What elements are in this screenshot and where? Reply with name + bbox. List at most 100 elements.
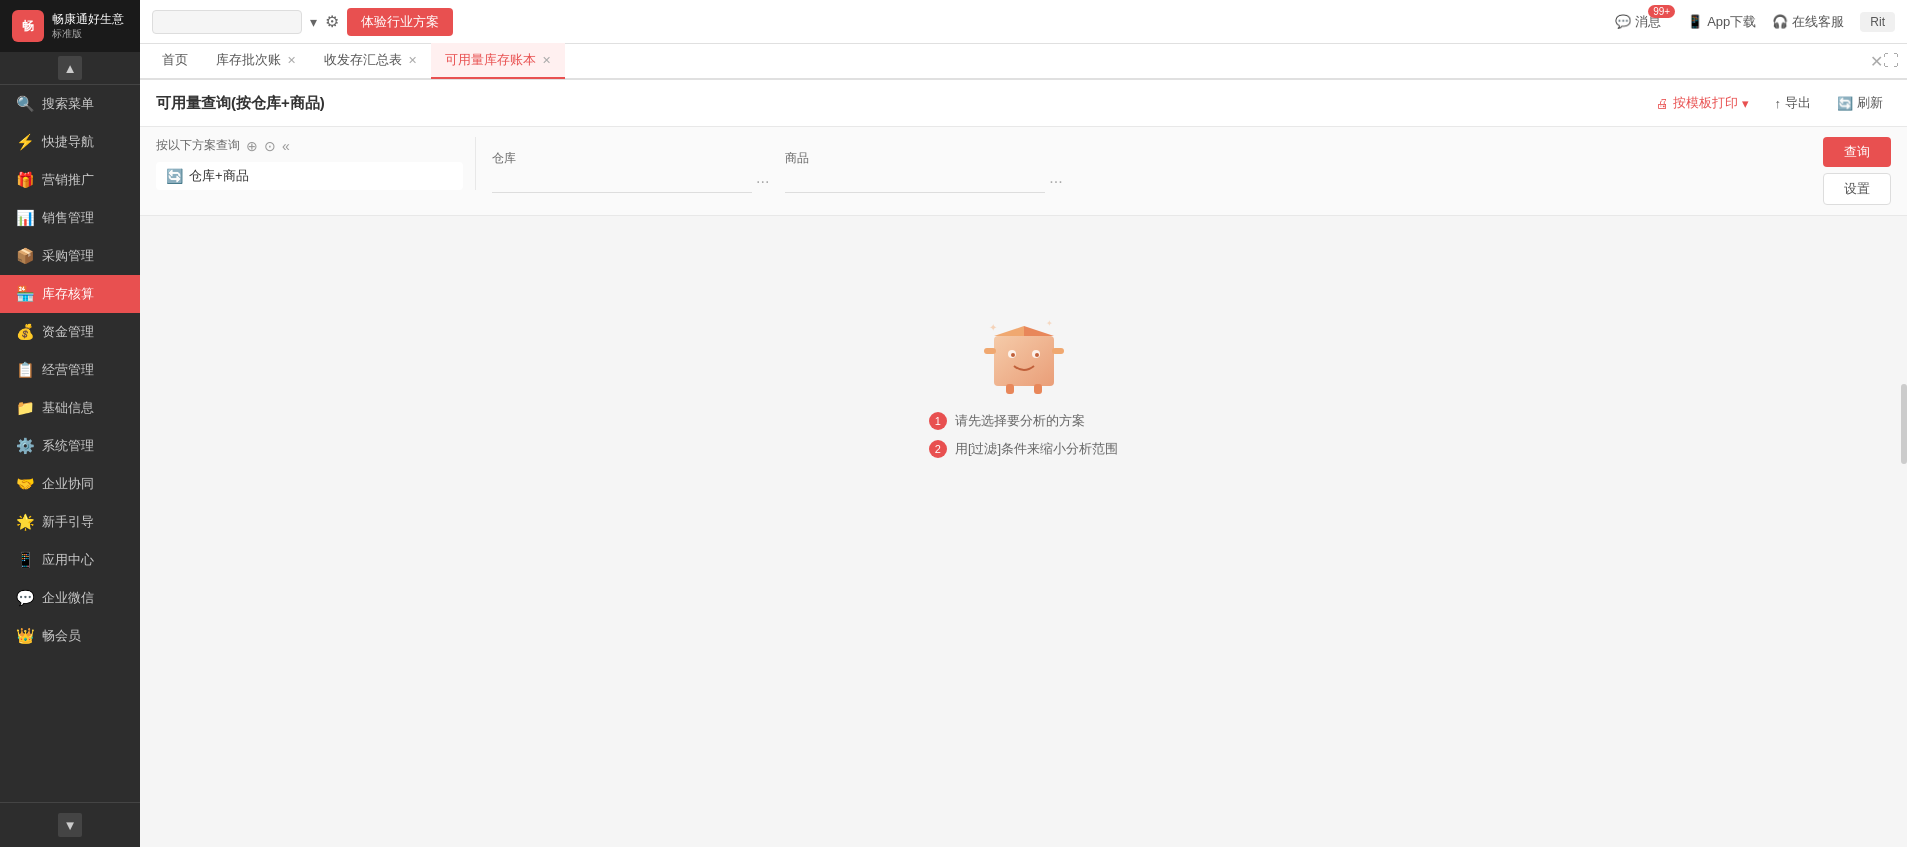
filter-area: 按以下方案查询 ⊕ ⊙ « 🔄 仓库+商品 仓库 ··· <box>140 127 1907 216</box>
marketing-icon: 🎁 <box>16 171 34 189</box>
sidebar-item-label: 企业微信 <box>42 589 94 607</box>
main-content: ▾ ⚙ 体验行业方案 💬 消息 99+ 📱 App下载 🎧 在线客服 Rit 首… <box>140 0 1907 847</box>
sidebar-item-purchase[interactable]: 📦 采购管理 <box>0 237 140 275</box>
tab-summary-label: 收发存汇总表 <box>324 51 402 69</box>
sidebar-logo: 畅 <box>12 10 44 42</box>
sidebar-item-label: 企业协同 <box>42 475 94 493</box>
sidebar: 畅 畅康通好生意 标准版 ▲ 🔍 搜索菜单 ⚡ 快捷导航 🎁 营销推广 📊 销售… <box>0 0 140 847</box>
search-input[interactable] <box>152 10 302 34</box>
filter-label-text: 按以下方案查询 <box>156 137 240 154</box>
filter-left: 按以下方案查询 ⊕ ⊙ « 🔄 仓库+商品 <box>156 137 476 190</box>
sales-icon: 📊 <box>16 209 34 227</box>
tab-batch-ledger-close[interactable]: ✕ <box>287 54 296 67</box>
warehouse-input[interactable] <box>492 171 752 193</box>
app-icon: 📱 <box>1687 14 1703 29</box>
user-btn[interactable]: Rit <box>1860 12 1895 32</box>
sidebar-item-collab[interactable]: 🤝 企业协同 <box>0 465 140 503</box>
filter-add-btn[interactable]: ⊕ <box>246 138 258 154</box>
filter-label: 按以下方案查询 ⊕ ⊙ « <box>156 137 463 154</box>
tip-num-2: 2 <box>929 440 947 458</box>
sidebar-item-label: 经营管理 <box>42 361 94 379</box>
empty-tips: 1 请先选择要分析的方案 2 用[过滤]条件来缩小分析范围 <box>929 412 1118 458</box>
tab-available-label: 可用量库存账本 <box>445 51 536 69</box>
member-icon: 👑 <box>16 627 34 645</box>
service-icon: 🎧 <box>1772 14 1788 29</box>
tab-summary[interactable]: 收发存汇总表 ✕ <box>310 43 431 79</box>
sidebar-item-label: 快捷导航 <box>42 133 94 151</box>
page-header: 可用量查询(按仓库+商品) 🖨 按模板打印 ▾ ↑ 导出 🔄 刷新 <box>140 80 1907 127</box>
warehouse-field: 仓库 ··· <box>492 150 769 193</box>
tab-home[interactable]: 首页 <box>148 43 202 79</box>
sidebar-scroll-down[interactable]: ▼ <box>58 813 82 837</box>
print-icon: 🖨 <box>1656 96 1669 111</box>
sidebar-item-label: 采购管理 <box>42 247 94 265</box>
sidebar-item-label: 资金管理 <box>42 323 94 341</box>
sidebar-scroll-up[interactable]: ▲ <box>58 56 82 80</box>
sidebar-item-wechat[interactable]: 💬 企业微信 <box>0 579 140 617</box>
app-download-btn[interactable]: 📱 App下载 <box>1687 13 1756 31</box>
print-btn[interactable]: 🖨 按模板打印 ▾ <box>1648 90 1757 116</box>
sidebar-item-label: 系统管理 <box>42 437 94 455</box>
filter-scheme[interactable]: 🔄 仓库+商品 <box>156 162 463 190</box>
sidebar-item-guide[interactable]: 🌟 新手引导 <box>0 503 140 541</box>
goods-dots[interactable]: ··· <box>1049 173 1062 191</box>
guide-icon: 🌟 <box>16 513 34 531</box>
online-service-btn[interactable]: 🎧 在线客服 <box>1772 13 1844 31</box>
sidebar-edition: 标准版 <box>52 27 124 41</box>
sidebar-item-member[interactable]: 👑 畅会员 <box>0 617 140 655</box>
apps-icon: 📱 <box>16 551 34 569</box>
svg-rect-5 <box>984 348 996 354</box>
topbar-gear-btn[interactable]: ⚙ <box>325 12 339 31</box>
sidebar-title: 畅康通好生意 <box>52 11 124 28</box>
tip-text-2: 用[过滤]条件来缩小分析范围 <box>955 440 1118 458</box>
topbar-dropdown-btn[interactable]: ▾ <box>310 14 317 30</box>
filter-setting-btn[interactable]: ⊙ <box>264 138 276 154</box>
filter-right: 仓库 ··· 商品 ··· 查询 设置 <box>476 137 1891 205</box>
sidebar-item-apps[interactable]: 📱 应用中心 <box>0 541 140 579</box>
goods-input[interactable] <box>785 171 1045 193</box>
warehouse-dots[interactable]: ··· <box>756 173 769 191</box>
sidebar-bottom: ▼ <box>0 802 140 847</box>
tab-available[interactable]: 可用量库存账本 ✕ <box>431 43 565 79</box>
basic-icon: 📁 <box>16 399 34 417</box>
filter-collapse-btn[interactable]: « <box>282 138 290 154</box>
sidebar-item-operation[interactable]: 📋 经营管理 <box>0 351 140 389</box>
export-label: 导出 <box>1785 94 1811 112</box>
tab-summary-close[interactable]: ✕ <box>408 54 417 67</box>
export-icon: ↑ <box>1775 96 1782 111</box>
trial-button[interactable]: 体验行业方案 <box>347 8 453 36</box>
purchase-icon: 📦 <box>16 247 34 265</box>
sidebar-item-search[interactable]: 🔍 搜索菜单 <box>0 85 140 123</box>
warehouse-label: 仓库 <box>492 150 769 167</box>
sidebar-item-inventory[interactable]: 🏪 库存核算 <box>0 275 140 313</box>
tab-batch-ledger-label: 库存批次账 <box>216 51 281 69</box>
sidebar-item-system[interactable]: ⚙️ 系统管理 <box>0 427 140 465</box>
scheme-icon: 🔄 <box>166 168 183 184</box>
message-btn[interactable]: 💬 消息 99+ <box>1615 13 1661 31</box>
sidebar-item-shortcut[interactable]: ⚡ 快捷导航 <box>0 123 140 161</box>
topbar: ▾ ⚙ 体验行业方案 💬 消息 99+ 📱 App下载 🎧 在线客服 Rit <box>140 0 1907 44</box>
tabbar: 首页 库存批次账 ✕ 收发存汇总表 ✕ 可用量库存账本 ✕ ✕ ⛶ <box>140 44 1907 80</box>
tab-close-all-btn[interactable]: ✕ <box>1870 52 1883 71</box>
svg-point-3 <box>1011 353 1015 357</box>
tab-batch-ledger[interactable]: 库存批次账 ✕ <box>202 43 310 79</box>
sidebar-item-finance[interactable]: 💰 资金管理 <box>0 313 140 351</box>
page-actions: 🖨 按模板打印 ▾ ↑ 导出 🔄 刷新 <box>1648 90 1892 116</box>
setting-button[interactable]: 设置 <box>1823 173 1891 205</box>
sidebar-item-marketing[interactable]: 🎁 营销推广 <box>0 161 140 199</box>
query-button[interactable]: 查询 <box>1823 137 1891 167</box>
sidebar-item-label: 畅会员 <box>42 627 81 645</box>
export-btn[interactable]: ↑ 导出 <box>1767 90 1820 116</box>
tab-available-close[interactable]: ✕ <box>542 54 551 67</box>
empty-tip-1: 1 请先选择要分析的方案 <box>929 412 1118 430</box>
svg-rect-8 <box>1034 384 1042 394</box>
refresh-btn[interactable]: 🔄 刷新 <box>1829 90 1891 116</box>
tab-expand-btn[interactable]: ⛶ <box>1883 52 1899 70</box>
empty-illustration: ✦ ✦ <box>974 296 1074 396</box>
sidebar-item-basic[interactable]: 📁 基础信息 <box>0 389 140 427</box>
sidebar-item-sales[interactable]: 📊 销售管理 <box>0 199 140 237</box>
sidebar-item-label: 库存核算 <box>42 285 94 303</box>
goods-label: 商品 <box>785 150 1062 167</box>
message-icon: 💬 <box>1615 14 1631 29</box>
topbar-right: 💬 消息 99+ 📱 App下载 🎧 在线客服 Rit <box>1615 12 1895 32</box>
